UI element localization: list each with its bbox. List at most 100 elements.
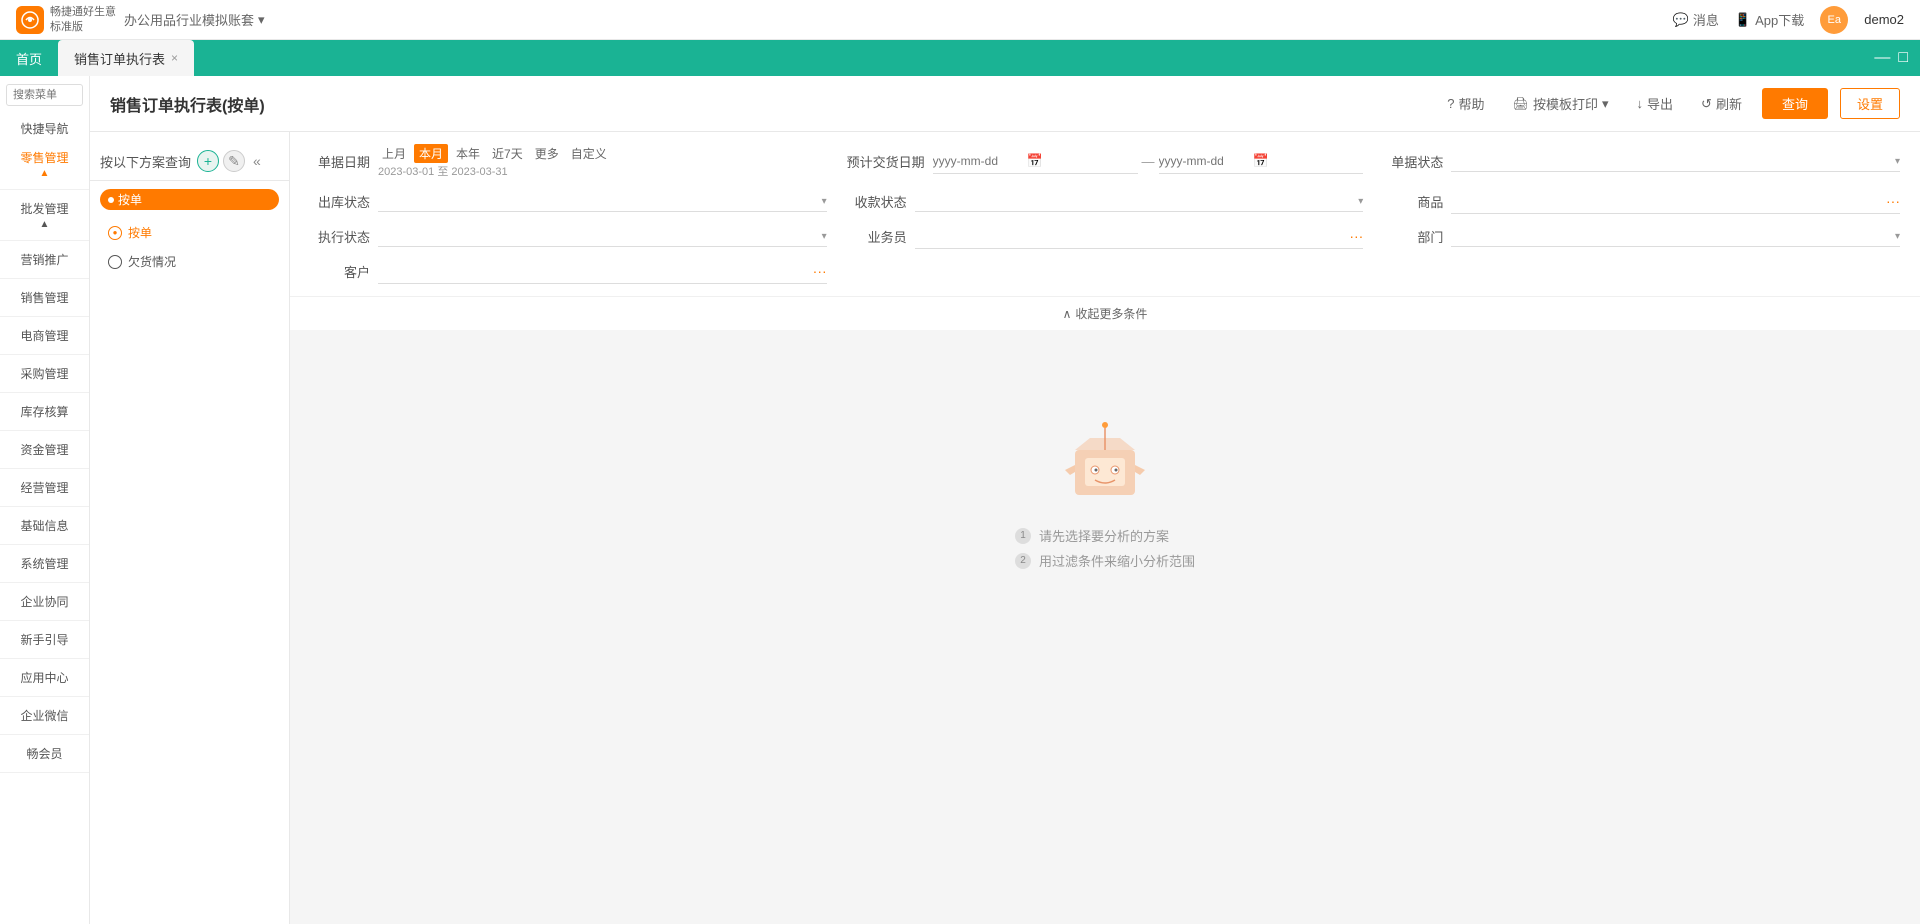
calendar-end-icon[interactable]: 📅 [1253, 153, 1269, 169]
tab-active[interactable]: 销售订单执行表 × [58, 40, 194, 76]
filter-row-payment: 收款状态 ▾ [847, 189, 1364, 214]
sidebar-item-basic[interactable]: 基础信息 [0, 507, 89, 545]
chevron-wholesale-icon: ▲ [40, 219, 50, 230]
sidebar-item-purchase[interactable]: 采购管理 [0, 355, 89, 393]
refresh-icon: ↺ [1701, 96, 1712, 112]
shortcut-more[interactable]: 更多 [531, 144, 563, 163]
export-icon: ↓ [1637, 96, 1644, 111]
collapse-row[interactable]: ∧ 收起更多条件 [290, 296, 1920, 330]
sidebar: 快捷导航 零售管理 ▲ 批发管理 ▲ 营销推广 销售管理 电商管理 采购管理 库… [0, 76, 90, 924]
calendar-start-icon[interactable]: 📅 [1027, 153, 1043, 169]
sidebar-item-ecommerce[interactable]: 电商管理 [0, 317, 89, 355]
sidebar-item-member[interactable]: 畅会员 [0, 735, 89, 773]
payment-select[interactable]: ▾ [915, 192, 1364, 212]
sidebar-item-wechat[interactable]: 企业微信 [0, 697, 89, 735]
goods-label: 商品 [1383, 192, 1443, 211]
topbar: 畅捷通好生意 标准版 办公用品行业模拟账套 ▾ 💬 消息 📱 App下载 Ea … [0, 0, 1920, 40]
sidebar-item-system[interactable]: 系统管理 [0, 545, 89, 583]
sidebar-item-purchase-label: 采购管理 [20, 365, 68, 382]
filter-panel: 单据日期 上月 本月 本年 近7天 更多 自定义 20 [290, 132, 1920, 330]
sidebar-item-finance[interactable]: 资金管理 [0, 431, 89, 469]
date-shortcuts: 上月 本月 本年 近7天 更多 自定义 [378, 144, 827, 163]
print-btn[interactable]: 🖨 按模板打印 ▾ [1504, 90, 1616, 117]
sidebar-item-operation[interactable]: 经营管理 [0, 469, 89, 507]
help-icon: ? [1447, 96, 1454, 111]
customer-label: 客户 [310, 262, 370, 281]
sidebar-item-system-label: 系统管理 [20, 555, 68, 572]
app-download-icon: 📱 [1735, 12, 1751, 28]
refresh-btn[interactable]: ↺ 刷新 [1693, 90, 1750, 117]
help-btn[interactable]: ? 帮助 [1439, 90, 1492, 117]
sidebar-item-wholesale-label: 批发管理 [20, 200, 68, 217]
export-btn[interactable]: ↓ 导出 [1629, 90, 1682, 117]
goods-more-btn[interactable]: ··· [1886, 193, 1900, 209]
page-actions: ? 帮助 🖨 按模板打印 ▾ ↓ 导出 ↺ 刷新 查询 设置 [1439, 88, 1900, 119]
message-action[interactable]: 💬 消息 [1673, 10, 1719, 29]
search-input[interactable] [6, 84, 83, 106]
expected-date-end-input[interactable] [1159, 154, 1249, 168]
maximize-btn[interactable]: □ [1898, 49, 1908, 67]
empty-step-2: 2 用过滤条件来缩小分析范围 [1015, 551, 1195, 570]
main-panel: 单据日期 上月 本月 本年 近7天 更多 自定义 20 [290, 132, 1920, 924]
expected-date-start-input[interactable] [933, 154, 1023, 168]
salesperson-more-btn[interactable]: ··· [1349, 228, 1363, 244]
scheme-panel-header: 按以下方案查询 + ✎ « [90, 142, 289, 181]
sidebar-item-appstore[interactable]: 应用中心 [0, 659, 89, 697]
app-selector[interactable]: 办公用品行业模拟账套 ▾ [124, 10, 265, 29]
sidebar-item-finance-label: 资金管理 [20, 441, 68, 458]
sub-item-欠货情况[interactable]: 欠货情况 [100, 247, 289, 276]
expected-date-control: 📅 — 📅 [933, 149, 1364, 174]
shortcut-this-year[interactable]: 本年 [452, 144, 484, 163]
status-select[interactable]: ▾ [1451, 152, 1900, 172]
scheme-label: 按以下方案查询 [100, 152, 191, 171]
delivery-select[interactable]: ▾ [378, 192, 827, 212]
exec-select[interactable]: ▾ [378, 227, 827, 247]
sidebar-item-marketing-label: 营销推广 [20, 251, 68, 268]
sidebar-item-collab[interactable]: 企业协同 [0, 583, 89, 621]
filter-row-status: 单据状态 ▾ [1383, 144, 1900, 179]
main-layout: 快捷导航 零售管理 ▲ 批发管理 ▲ 营销推广 销售管理 电商管理 采购管理 库… [0, 76, 1920, 924]
empty-illustration [1055, 410, 1155, 510]
dept-select[interactable]: ▾ [1451, 227, 1900, 247]
tab-home[interactable]: 首页 [0, 40, 58, 76]
app-download-action[interactable]: 📱 App下载 [1735, 10, 1804, 29]
sub-item-按单[interactable]: ● 按单 [100, 218, 289, 247]
date-range-text: 2023-03-01 至 2023-03-31 [378, 163, 827, 179]
sidebar-item-guide[interactable]: 新手引导 [0, 621, 89, 659]
query-btn[interactable]: 查询 [1762, 88, 1828, 119]
collapse-scheme-btn[interactable]: « [253, 153, 261, 169]
sidebar-item-inventory[interactable]: 库存核算 [0, 393, 89, 431]
sub-item-icon-按单: ● [108, 226, 122, 240]
sub-item-icon-欠货 [108, 255, 122, 269]
scheme-actions: + ✎ « [197, 150, 261, 172]
app-arrow-icon: ▾ [258, 12, 265, 28]
sidebar-nav-label[interactable]: 快捷导航 [0, 114, 89, 139]
expected-date-end-wrap: 📅 [1159, 149, 1364, 174]
shortcut-7days[interactable]: 近7天 [488, 144, 527, 163]
customer-more-btn[interactable]: ··· [813, 263, 827, 279]
topbar-right: 💬 消息 📱 App下载 Ea demo2 [1673, 6, 1904, 34]
filter-row-goods: 商品 ··· [1383, 189, 1900, 214]
left-scheme-panel: 按以下方案查询 + ✎ « 按单 [90, 132, 290, 924]
sidebar-item-sales[interactable]: 销售管理 [0, 279, 89, 317]
user-avatar[interactable]: Ea [1820, 6, 1848, 34]
date-separator: — [1142, 154, 1155, 169]
shortcut-last-month[interactable]: 上月 [378, 144, 410, 163]
edit-scheme-btn[interactable]: ✎ [223, 150, 245, 172]
sidebar-item-marketing[interactable]: 营销推广 [0, 241, 89, 279]
shortcut-this-month[interactable]: 本月 [414, 144, 448, 163]
sidebar-item-wholesale[interactable]: 批发管理 ▲ [0, 190, 89, 241]
minimize-btn[interactable]: — [1874, 49, 1890, 67]
salesperson-label: 业务员 [847, 227, 907, 246]
tabbar: 首页 销售订单执行表 × — □ [0, 40, 1920, 76]
logo-icon [16, 6, 44, 34]
sidebar-item-guide-label: 新手引导 [20, 631, 68, 648]
scheme-tag-按单[interactable]: 按单 [100, 189, 279, 210]
sidebar-item-retail[interactable]: 零售管理 ▲ [0, 139, 89, 190]
add-scheme-btn[interactable]: + [197, 150, 219, 172]
empty-state: 1 请先选择要分析的方案 2 用过滤条件来缩小分析范围 [290, 330, 1920, 650]
goods-control: ··· [1451, 189, 1900, 214]
tab-close-icon[interactable]: × [171, 51, 178, 65]
settings-btn[interactable]: 设置 [1840, 88, 1900, 119]
shortcut-custom[interactable]: 自定义 [567, 144, 611, 163]
